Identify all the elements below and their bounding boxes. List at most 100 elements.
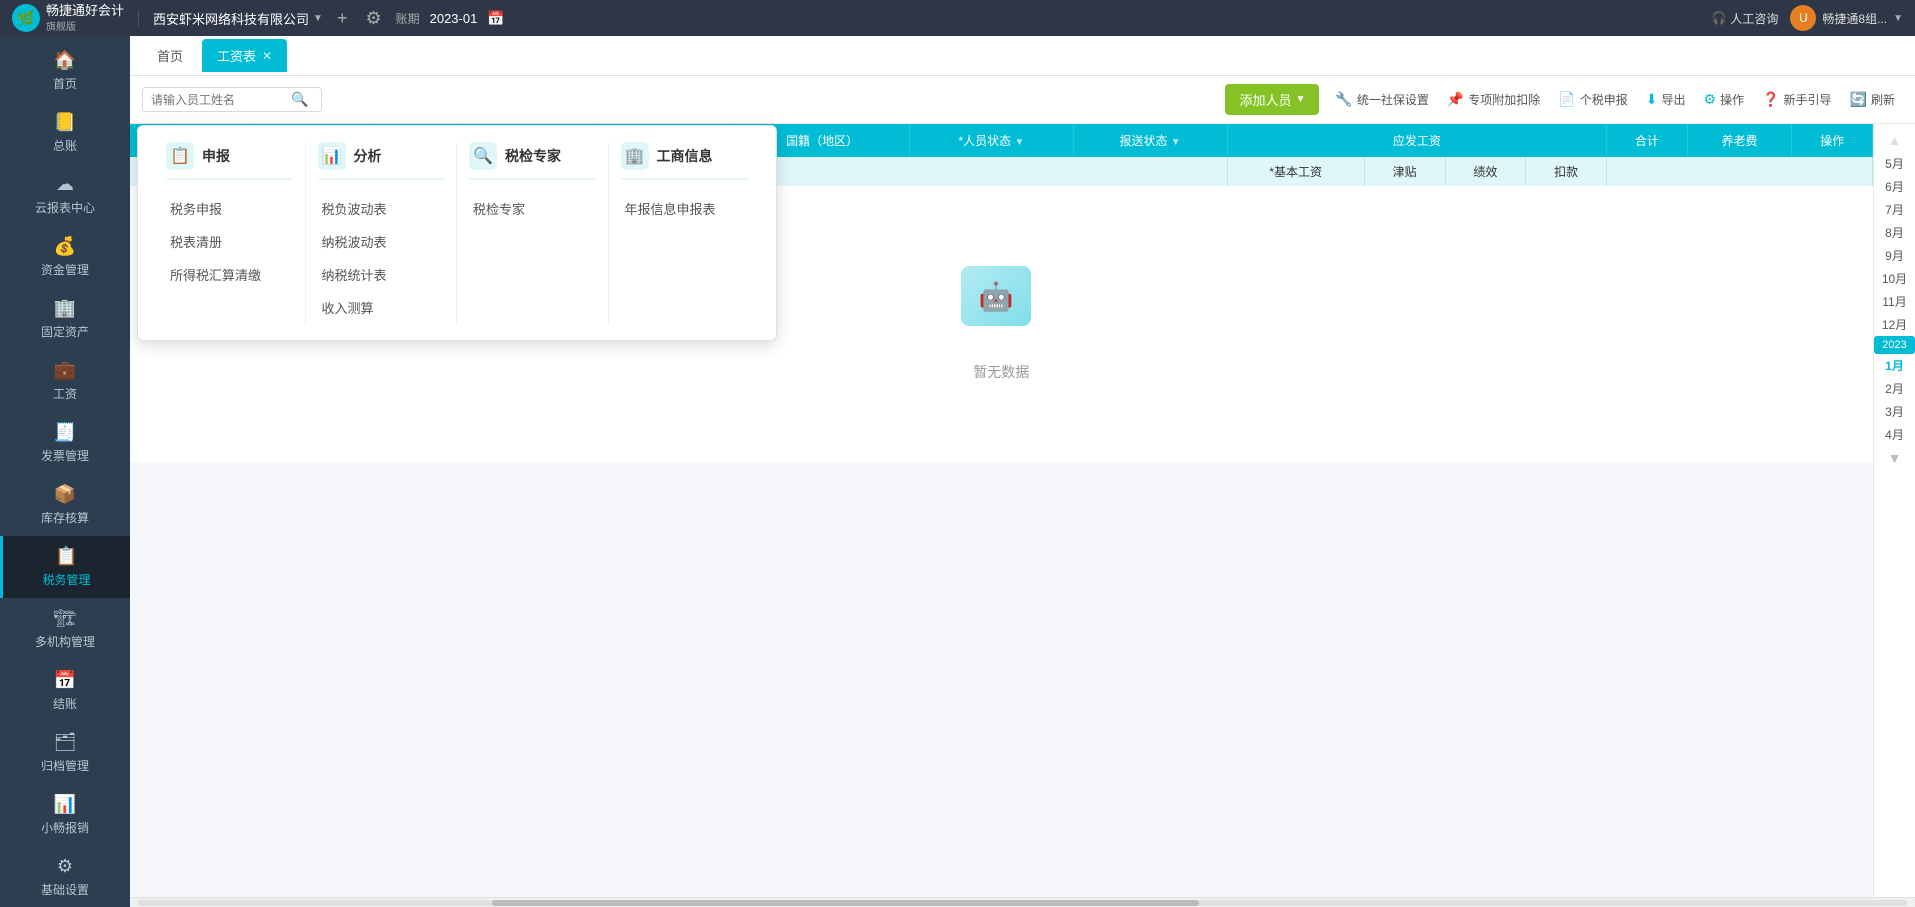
timeline-month-3月[interactable]: 3月	[1874, 400, 1915, 423]
user-name: 畅捷通8组...	[1822, 10, 1887, 27]
tab-bar: 首页 工资表 ✕	[130, 36, 1915, 76]
report-icon: 📊	[54, 794, 76, 815]
tab-label: 首页	[157, 49, 183, 64]
timeline-month-prev[interactable]: 7月	[1874, 198, 1915, 221]
calendar-icon[interactable]: 📅	[487, 10, 504, 27]
user-chevron-icon: ▼	[1893, 13, 1903, 24]
th-report-status: 报送状态 ▼	[1073, 124, 1227, 157]
settings-icon[interactable]: ⚙	[361, 8, 385, 29]
sidebar-item-report[interactable]: 📊 小畅报销	[0, 784, 130, 846]
logo-sub: 旗舰版	[46, 18, 124, 33]
empty-box: 🤖	[961, 266, 1031, 326]
dropdown-item-income-calc[interactable]: 收入测算	[318, 291, 445, 324]
sidebar-item-label: 税务管理	[42, 571, 90, 588]
timeline-month-prev[interactable]: 6月	[1874, 175, 1915, 198]
th-action: 操作	[1792, 124, 1873, 157]
sidebar-item-label: 资金管理	[41, 261, 89, 278]
refresh-icon: 🔄	[1850, 91, 1867, 108]
tab-home[interactable]: 首页	[142, 39, 198, 72]
dropdown-item-tax-wave[interactable]: 税负波动表	[318, 192, 445, 225]
timeline-month-prev[interactable]: 12月	[1874, 313, 1915, 336]
sidebar-item-inventory[interactable]: 📦 库存核算	[0, 474, 130, 536]
company-selector[interactable]: 西安虾米网络科技有限公司 ▼	[153, 9, 323, 28]
dropdown-item-income-tax[interactable]: 所得税汇算清缴	[166, 258, 293, 291]
timeline-month-prev[interactable]: 9月	[1874, 244, 1915, 267]
timeline-month-prev[interactable]: 10月	[1874, 267, 1915, 290]
sidebar-item-cloud[interactable]: ☁ 云报表中心	[0, 164, 130, 226]
timeline-month-2月[interactable]: 2月	[1874, 377, 1915, 400]
logo-icon: 🌿	[12, 4, 40, 32]
dropdown-item-tax-declaration[interactable]: 税务申报	[166, 192, 293, 225]
dropdown-col-header-business: 🏢 工商信息	[621, 142, 749, 180]
sidebar-item-label: 结账	[53, 695, 77, 712]
timeline-month-prev[interactable]: 11月	[1874, 290, 1915, 313]
status-filter-icon[interactable]: ▼	[1014, 137, 1024, 148]
period-label: 账期	[396, 10, 420, 27]
timeline-up-arrow[interactable]: ▲	[1874, 128, 1915, 152]
dropdown-item-tax-stats[interactable]: 纳税统计表	[318, 258, 445, 291]
export-icon: ⬇	[1646, 91, 1658, 108]
search-input[interactable]	[151, 93, 291, 107]
scroll-bar-track[interactable]	[138, 900, 1907, 906]
service-button[interactable]: 🎧 人工咨询	[1711, 10, 1778, 27]
sidebar: 🏠 首页📒 总账☁ 云报表中心💰 资金管理🏢 固定资产💼 工资🧾 发票管理📦 库…	[0, 36, 130, 907]
dropdown-col-business: 🏢 工商信息年报信息申报表	[609, 142, 761, 324]
toolbar-btn-new-guide[interactable]: ❓ 新手引导	[1754, 87, 1839, 112]
dropdown-col-header-analysis: 📊 分析	[318, 142, 445, 180]
sidebar-item-multi[interactable]: 🏗 多机构管理	[0, 598, 130, 660]
tab-close-icon[interactable]: ✕	[262, 49, 272, 63]
add-company-icon[interactable]: +	[333, 8, 352, 29]
dropdown-col-title: 分析	[354, 146, 382, 166]
sidebar-item-invoice[interactable]: 🧾 发票管理	[0, 412, 130, 474]
sidebar-item-label: 库存核算	[41, 509, 89, 526]
tax-icon: 📋	[55, 546, 77, 567]
toolbar-btn-social-insurance[interactable]: 🔧 统一社保设置	[1327, 87, 1436, 112]
sidebar-item-label: 云报表中心	[35, 199, 95, 216]
timeline-year-2023[interactable]: 2023	[1874, 336, 1915, 354]
sidebar-item-tax[interactable]: 📋 税务管理	[0, 536, 130, 598]
search-icon[interactable]: 🔍	[291, 91, 308, 108]
sidebar-item-home[interactable]: 🏠 首页	[0, 40, 130, 102]
user-button[interactable]: U 畅捷通8组... ▼	[1790, 5, 1903, 31]
toolbar-btn-export[interactable]: ⬇ 导出	[1638, 87, 1694, 112]
timeline-month-1月[interactable]: 1月	[1874, 354, 1915, 377]
report-filter-icon[interactable]: ▼	[1171, 137, 1181, 148]
add-person-button[interactable]: 添加人员 ▼	[1225, 84, 1319, 115]
toolbar-btn-label: 统一社保设置	[1357, 91, 1429, 108]
dropdown-item-tax-wave2[interactable]: 纳税波动表	[318, 225, 445, 258]
sidebar-item-assets[interactable]: 🏢 固定资产	[0, 288, 130, 350]
dropdown-col-header-expert: 🔍 税检专家	[469, 142, 596, 180]
sidebar-item-fund[interactable]: 💰 资金管理	[0, 226, 130, 288]
toolbar-btn-special-deduction[interactable]: 📌 专项附加扣除	[1439, 87, 1548, 112]
fund-icon: 💰	[54, 236, 76, 257]
social-insurance-icon: 🔧	[1335, 91, 1352, 108]
timeline-month-prev[interactable]: 5月	[1874, 152, 1915, 175]
th-salary: 应发工资	[1227, 124, 1606, 157]
archive-icon: 🗂	[54, 732, 77, 753]
sidebar-item-label: 工资	[53, 385, 77, 402]
service-label: 人工咨询	[1730, 10, 1778, 27]
scroll-bar-thumb[interactable]	[492, 900, 1200, 906]
timeline-month-prev[interactable]: 8月	[1874, 221, 1915, 244]
timeline-month-4月[interactable]: 4月	[1874, 423, 1915, 446]
dropdown-item-tax-expert[interactable]: 税检专家	[469, 192, 596, 225]
toolbar-btn-tax-return[interactable]: 📄 个税申报	[1550, 87, 1635, 112]
sidebar-item-label: 发票管理	[41, 447, 89, 464]
sidebar-item-close[interactable]: 📅 结账	[0, 660, 130, 722]
dropdown-item-annual-report[interactable]: 年报信息申报表	[621, 192, 749, 225]
sidebar-item-archive[interactable]: 🗂 归档管理	[0, 722, 130, 784]
sidebar-item-salary[interactable]: 💼 工资	[0, 350, 130, 412]
sidebar-item-ledger[interactable]: 📒 总账	[0, 102, 130, 164]
th-pension: 养老费	[1687, 124, 1791, 157]
toolbar-btn-operate[interactable]: ⚙ 操作	[1696, 87, 1753, 112]
toolbar-btn-refresh[interactable]: 🔄 刷新	[1842, 87, 1903, 112]
cloud-icon: ☁	[56, 174, 74, 195]
settings-icon: ⚙	[57, 856, 73, 877]
sidebar-item-settings[interactable]: ⚙ 基础设置	[0, 846, 130, 907]
tab-salary-table[interactable]: 工资表 ✕	[202, 39, 287, 72]
th-total: 合计	[1607, 124, 1688, 157]
tab-label: 工资表	[217, 46, 256, 65]
timeline-down-arrow[interactable]: ▼	[1874, 446, 1915, 470]
logo: 🌿 畅捷通好会计 旗舰版	[12, 3, 124, 34]
dropdown-item-tax-table[interactable]: 税表清册	[166, 225, 293, 258]
